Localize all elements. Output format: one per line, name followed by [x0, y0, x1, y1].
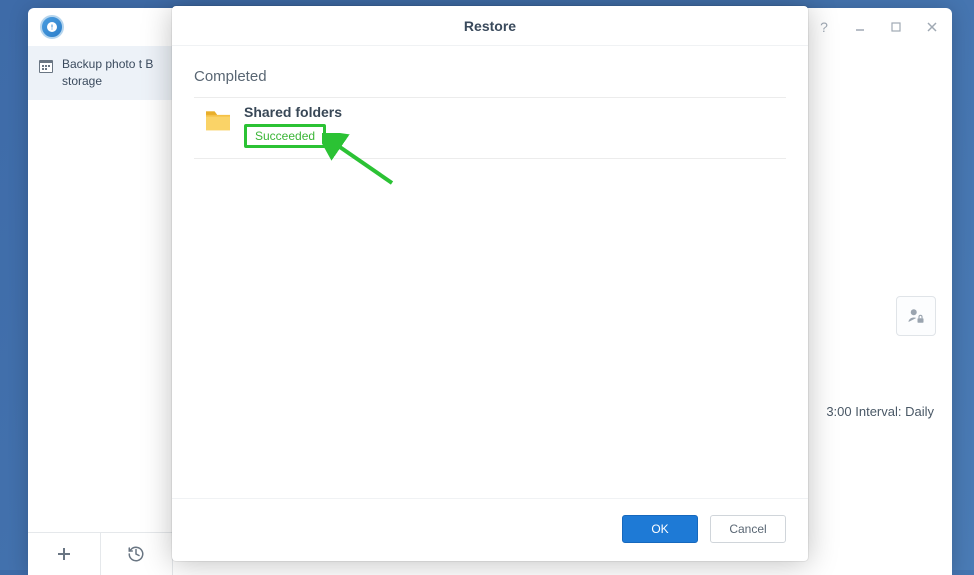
sidebar-backup-task[interactable]: Backup photo t B storage — [28, 46, 172, 100]
result-text-group: Shared folders Succeeded — [244, 104, 342, 148]
close-button[interactable] — [918, 15, 946, 39]
add-button[interactable] — [28, 533, 101, 575]
ok-button[interactable]: OK — [622, 515, 698, 543]
calendar-icon — [38, 58, 54, 74]
lock-person-icon — [907, 307, 925, 325]
lock-status-box[interactable] — [896, 296, 936, 336]
sidebar-footer — [28, 532, 172, 575]
help-button[interactable]: ? — [810, 15, 838, 39]
maximize-button[interactable] — [882, 15, 910, 39]
minimize-button[interactable] — [846, 15, 874, 39]
restore-result-row: Shared folders Succeeded — [194, 97, 786, 159]
dialog-title: Restore — [172, 6, 808, 46]
restore-dialog: Restore Completed Shared folders Succeed… — [172, 6, 808, 561]
sidebar: Backup photo t B storage — [28, 46, 173, 575]
folder-icon — [204, 108, 232, 132]
result-item-title: Shared folders — [244, 104, 342, 120]
dialog-footer: OK Cancel — [172, 498, 808, 561]
schedule-info: 3:00 Interval: Daily — [826, 404, 934, 419]
dialog-body: Completed Shared folders Succeeded — [172, 46, 808, 498]
status-badge-succeeded: Succeeded — [244, 124, 326, 148]
sidebar-item-label: Backup photo t B storage — [62, 56, 166, 90]
window-controls: ? — [810, 15, 946, 39]
cancel-button[interactable]: Cancel — [710, 515, 786, 543]
completed-label: Completed — [194, 68, 786, 85]
history-button[interactable] — [101, 533, 173, 575]
app-icon — [40, 15, 64, 39]
